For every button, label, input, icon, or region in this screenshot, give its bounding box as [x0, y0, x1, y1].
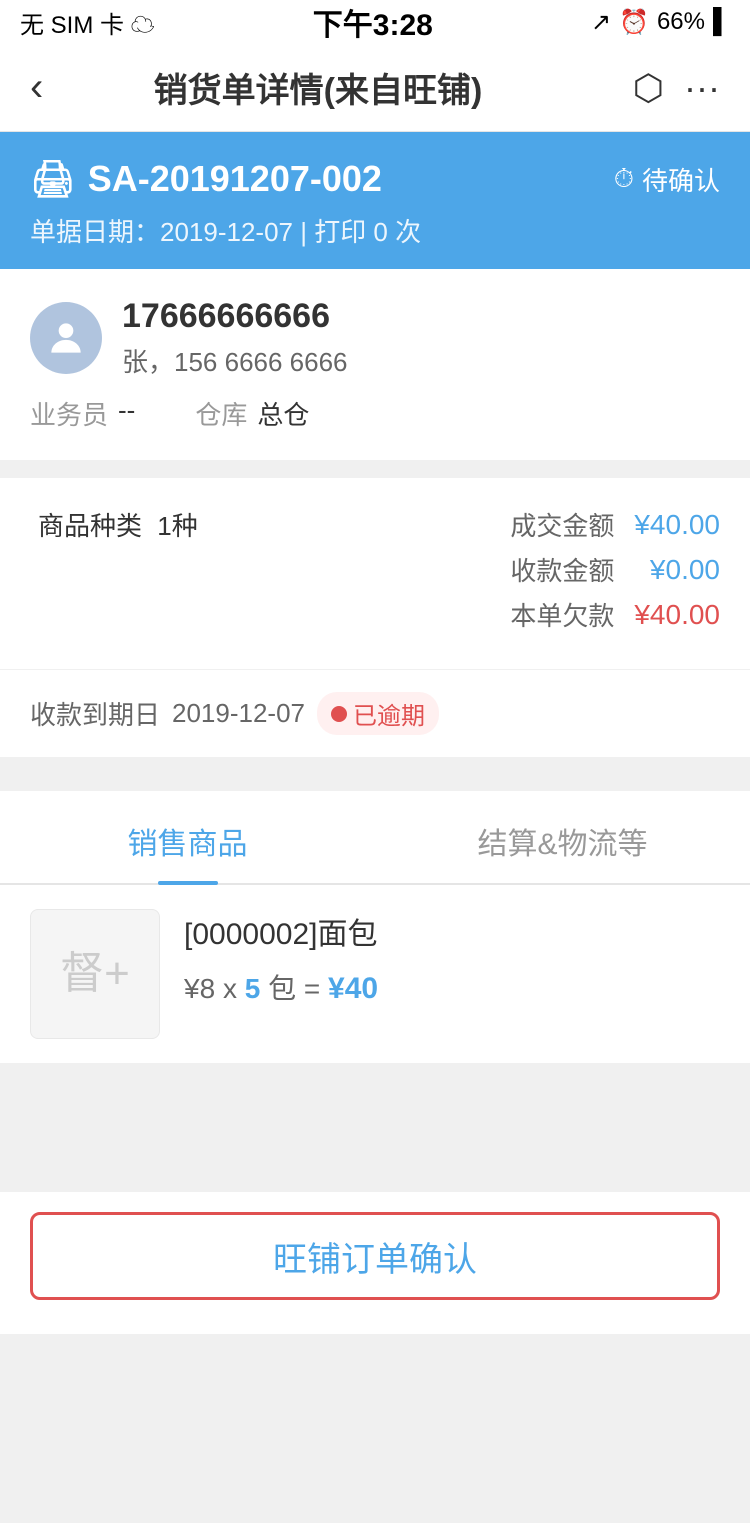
owed-amount-row: 本单欠款 ¥40.00	[510, 596, 720, 633]
overdue-badge: 已逾期	[317, 692, 439, 735]
order-header-banner: 🖨 SA-20191207-002 ⏱ 待确认 单据日期：2019-12-07 …	[0, 132, 750, 269]
battery-icon: ▌	[713, 8, 730, 36]
clock-icon: ⏱	[614, 163, 634, 195]
nav-bar: ‹ 销货单详情(来自旺铺) ⬡ ···	[0, 44, 750, 132]
warehouse-value: 总仓	[257, 395, 309, 432]
salesperson-label: 业务员	[30, 395, 108, 432]
product-types-value: 1种	[157, 511, 197, 541]
order-status: ⏱ 待确认	[614, 161, 720, 198]
tabs-bar: 销售商品 结算&物流等	[0, 791, 750, 885]
product-thumbnail: 督+	[30, 909, 160, 1039]
nav-actions: ⬡ ···	[633, 67, 720, 109]
product-types-label: 商品种类	[38, 511, 142, 541]
price-multiply: x	[223, 973, 245, 1004]
more-icon[interactable]: ···	[684, 67, 720, 109]
sim-signal: 无 SIM 卡 ☁	[20, 5, 155, 40]
salesperson-meta: 业务员 --	[30, 395, 135, 432]
product-price-row: ¥8 x 5 包 = ¥40	[184, 967, 720, 1007]
avatar-icon	[44, 316, 88, 360]
status-bar: 无 SIM 卡 ☁ 下午3:28 ↗ ⏰ 66% ▌	[0, 0, 750, 44]
product-price: ¥8	[184, 973, 215, 1004]
product-unit: 包	[268, 973, 296, 1004]
order-icon: 🖨	[30, 158, 76, 200]
product-types-item: 商品种类 1种	[30, 506, 198, 543]
tab-settlement[interactable]: 结算&物流等	[375, 791, 750, 883]
owed-amount-value: ¥40.00	[634, 599, 720, 631]
order-date: 单据日期：2019-12-07 | 打印 0 次	[30, 212, 720, 249]
customer-info: 17666666666 张，156 6666 6666	[122, 297, 720, 379]
deal-amount-row: 成交金额 ¥40.00	[510, 506, 720, 543]
battery-level: 66%	[657, 8, 705, 36]
summary-left: 商品种类 1种	[30, 506, 198, 549]
bottom-spacer	[0, 1363, 750, 1523]
product-total: ¥40	[328, 972, 378, 1005]
warehouse-meta: 仓库 总仓	[195, 395, 309, 432]
deal-amount-label: 成交金额	[510, 506, 614, 543]
avatar	[30, 302, 102, 374]
bottom-section: 旺铺订单确认	[0, 1192, 750, 1334]
deal-amount-value: ¥40.00	[634, 509, 720, 541]
receipt-amount-row: 收款金额 ¥0.00	[510, 551, 720, 588]
salesperson-value: --	[118, 395, 135, 432]
divider-2	[0, 757, 750, 775]
divider-1	[0, 460, 750, 478]
overdue-dot-icon	[331, 706, 347, 722]
tabs-section: 销售商品 结算&物流等 督+ [0000002]面包 ¥8 x 5 包 = ¥4…	[0, 791, 750, 1063]
product-logo: 督+	[60, 952, 130, 996]
due-section: 收款到期日 2019-12-07 已逾期	[0, 669, 750, 757]
location-icon: ↗	[591, 8, 611, 37]
warehouse-label: 仓库	[195, 395, 247, 432]
product-list: 督+ [0000002]面包 ¥8 x 5 包 = ¥40	[0, 885, 750, 1063]
summary-section: 商品种类 1种 成交金额 ¥40.00 收款金额 ¥0.00 本单欠款 ¥40.…	[0, 478, 750, 669]
customer-name: 张，156 6666 6666	[122, 342, 720, 379]
overdue-text: 已逾期	[353, 696, 425, 731]
summary-right: 成交金额 ¥40.00 收款金额 ¥0.00 本单欠款 ¥40.00	[510, 506, 720, 641]
customer-phone: 17666666666	[122, 297, 720, 336]
receipt-amount-label: 收款金额	[510, 551, 614, 588]
product-name: [0000002]面包	[184, 909, 720, 953]
product-quantity: 5	[245, 973, 261, 1004]
alarm-icon: ⏰	[619, 8, 649, 37]
due-date-label: 收款到期日	[30, 695, 160, 732]
receipt-amount-value: ¥0.00	[650, 554, 720, 586]
order-id-text: SA-20191207-002	[88, 158, 382, 200]
page-title: 销货单详情(来自旺铺)	[3, 63, 632, 112]
product-item: 督+ [0000002]面包 ¥8 x 5 包 = ¥40	[30, 909, 720, 1039]
share-icon[interactable]: ⬡	[633, 67, 664, 109]
confirm-button[interactable]: 旺铺订单确认	[30, 1212, 720, 1300]
order-status-text: 待确认	[642, 161, 720, 198]
tab-products[interactable]: 销售商品	[0, 791, 375, 883]
status-time: 下午3:28	[313, 0, 433, 44]
due-date-row: 收款到期日 2019-12-07 已逾期	[30, 692, 720, 735]
customer-section: 17666666666 张，156 6666 6666 业务员 -- 仓库 总仓	[0, 269, 750, 460]
status-left: 无 SIM 卡 ☁	[20, 5, 155, 40]
status-right: ↗ ⏰ 66% ▌	[591, 8, 730, 37]
product-details: [0000002]面包 ¥8 x 5 包 = ¥40	[184, 909, 720, 1007]
price-equals: =	[304, 973, 328, 1004]
customer-meta: 业务员 -- 仓库 总仓	[30, 395, 720, 432]
order-id: 🖨 SA-20191207-002	[30, 158, 382, 200]
owed-amount-label: 本单欠款	[510, 596, 614, 633]
due-date-value: 2019-12-07	[172, 698, 305, 729]
